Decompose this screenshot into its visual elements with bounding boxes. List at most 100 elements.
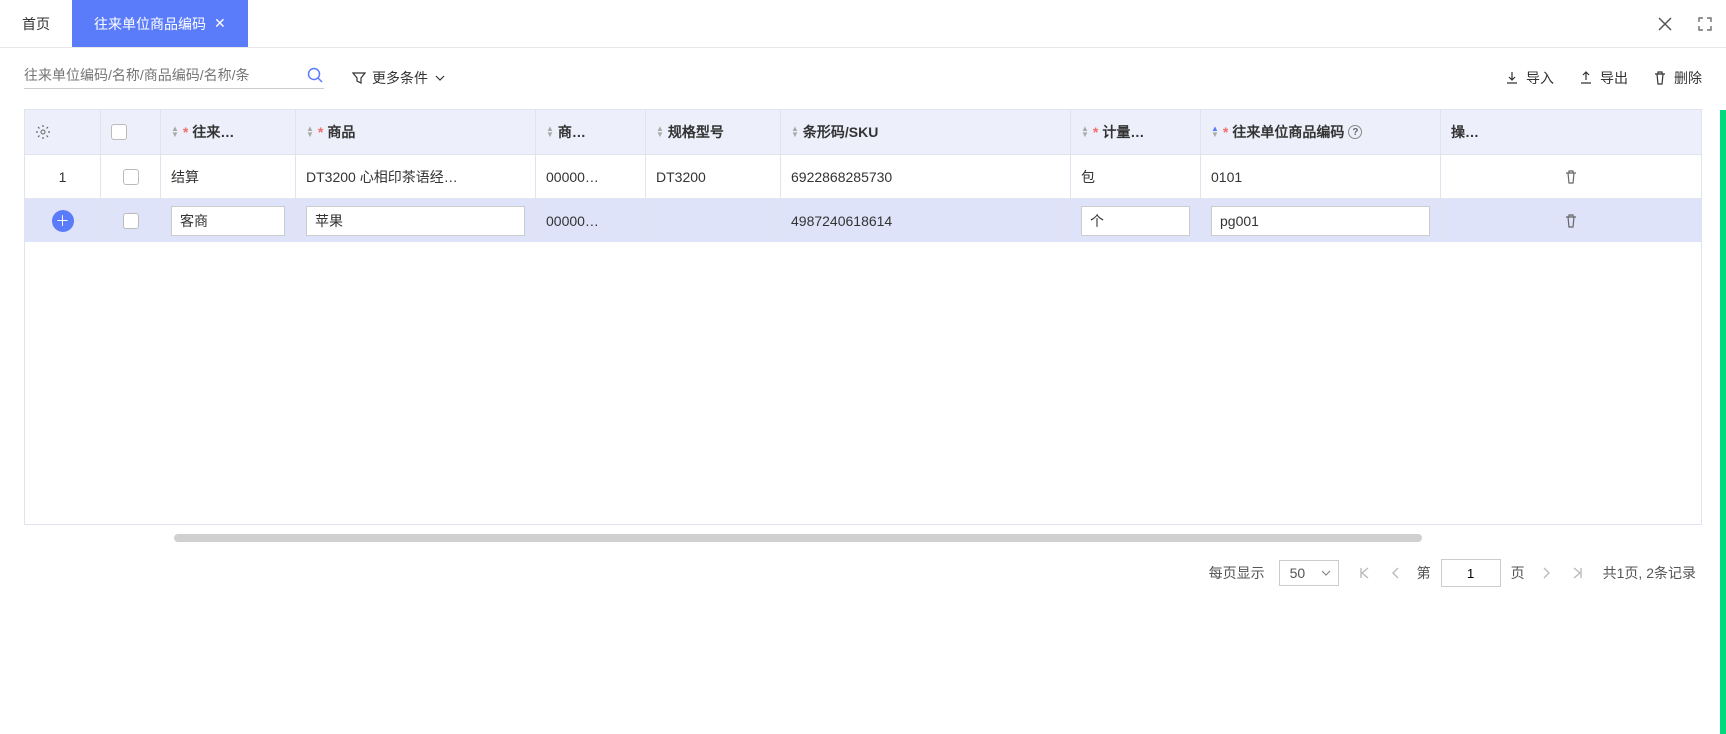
toolbar: 更多条件 导入 导出 删除 bbox=[0, 48, 1726, 101]
close-all-icon[interactable] bbox=[1654, 13, 1676, 35]
product-input[interactable]: 苹果 bbox=[306, 206, 525, 236]
header-prodcode-label: 商… bbox=[558, 122, 586, 142]
cell-checkbox[interactable] bbox=[101, 155, 161, 198]
page-summary: 共1页, 2条记录 bbox=[1603, 563, 1696, 583]
tab-home[interactable]: 首页 bbox=[0, 0, 72, 47]
partner-input[interactable]: 客商 bbox=[171, 206, 285, 236]
per-page-select[interactable]: 50 bbox=[1279, 560, 1339, 586]
sort-icon: ▲▼ bbox=[171, 126, 179, 138]
first-page-button[interactable] bbox=[1353, 562, 1375, 584]
prev-page-button[interactable] bbox=[1385, 562, 1407, 584]
header-checkbox[interactable] bbox=[101, 110, 161, 154]
cell-unit[interactable]: 包 bbox=[1071, 155, 1201, 198]
search-icon[interactable] bbox=[306, 66, 324, 84]
cell-unit[interactable]: 个 bbox=[1071, 199, 1201, 242]
header-partner-label: 往来… bbox=[192, 122, 234, 142]
header-barcode-label: 条形码/SKU bbox=[803, 122, 878, 142]
row-delete-button[interactable] bbox=[1563, 169, 1579, 185]
cell-product[interactable]: 苹果 bbox=[296, 199, 536, 242]
header-unit-label: 计量… bbox=[1102, 122, 1144, 142]
import-button[interactable]: 导入 bbox=[1504, 68, 1554, 88]
page-nav: 第 页 bbox=[1353, 559, 1589, 587]
export-icon bbox=[1578, 70, 1594, 86]
cell-checkbox[interactable] bbox=[101, 199, 161, 242]
page-suffix: 页 bbox=[1511, 563, 1525, 583]
chevron-down-icon bbox=[1320, 567, 1332, 579]
sort-icon: ▲▼ bbox=[1211, 126, 1219, 138]
sort-icon: ▲▼ bbox=[306, 126, 314, 138]
chevron-down-icon bbox=[434, 72, 446, 84]
trash-icon bbox=[1652, 70, 1668, 86]
export-label: 导出 bbox=[1600, 68, 1628, 88]
per-page-label: 每页显示 bbox=[1209, 563, 1265, 583]
sort-icon: ▲▼ bbox=[656, 126, 664, 138]
tab-partner-product-code[interactable]: 往来单位商品编码 ✕ bbox=[72, 0, 248, 47]
cell-spec: DT3200 bbox=[646, 155, 781, 198]
scrollbar-thumb[interactable] bbox=[174, 534, 1422, 542]
cell-action bbox=[1441, 199, 1701, 242]
cell-prodcode: 00000… bbox=[536, 199, 646, 242]
header-prodcode[interactable]: ▲▼ 商… bbox=[536, 110, 646, 154]
header-product-label: 商品 bbox=[327, 122, 355, 142]
header-actions-label: 操… bbox=[1451, 122, 1479, 142]
add-row-button[interactable]: ＋ bbox=[52, 210, 74, 232]
header-partner-code-label: 往来单位商品编码 bbox=[1232, 122, 1344, 142]
header-partner-code[interactable]: ▲▼ *往来单位商品编码 ? bbox=[1201, 110, 1441, 154]
cell-prodcode: 00000… bbox=[536, 155, 646, 198]
import-label: 导入 bbox=[1526, 68, 1554, 88]
header-settings[interactable] bbox=[25, 110, 101, 154]
delete-label: 删除 bbox=[1674, 68, 1702, 88]
sort-icon: ▲▼ bbox=[1081, 126, 1089, 138]
header-spec-label: 规格型号 bbox=[668, 122, 724, 142]
cell-partner-code[interactable]: pg001 bbox=[1201, 199, 1441, 242]
header-partner[interactable]: ▲▼ *往来… bbox=[161, 110, 296, 154]
gear-icon bbox=[35, 124, 51, 140]
next-page-button[interactable] bbox=[1535, 562, 1557, 584]
header-actions: 操… bbox=[1441, 110, 1701, 154]
data-table: ▲▼ *往来… ▲▼ *商品 ▲▼ 商… ▲▼ 规格型号 ▲▼ 条形码/SKU … bbox=[24, 109, 1702, 525]
cell-spec bbox=[646, 199, 781, 242]
sort-icon: ▲▼ bbox=[546, 126, 554, 138]
cell-barcode: 6922868285730 bbox=[781, 155, 1071, 198]
header-spec[interactable]: ▲▼ 规格型号 bbox=[646, 110, 781, 154]
cell-partner[interactable]: 客商 bbox=[161, 199, 296, 242]
fullscreen-icon[interactable] bbox=[1694, 13, 1716, 35]
import-icon bbox=[1504, 70, 1520, 86]
export-button[interactable]: 导出 bbox=[1578, 68, 1628, 88]
sort-icon: ▲▼ bbox=[791, 126, 799, 138]
more-filter-label: 更多条件 bbox=[372, 68, 428, 88]
last-page-button[interactable] bbox=[1567, 562, 1589, 584]
code-input[interactable]: pg001 bbox=[1211, 206, 1430, 236]
search-input[interactable] bbox=[24, 67, 306, 83]
table-row[interactable]: ＋ 客商 苹果 00000… 4987240618614 个 pg001 bbox=[25, 198, 1701, 242]
help-icon[interactable]: ? bbox=[1348, 125, 1362, 139]
filter-icon bbox=[352, 71, 366, 85]
cell-index: 1 bbox=[25, 155, 101, 198]
page-input[interactable] bbox=[1441, 559, 1501, 587]
table-row[interactable]: 1 结算 DT3200 心相印茶语经… 00000… DT3200 692286… bbox=[25, 154, 1701, 198]
row-delete-button[interactable] bbox=[1563, 213, 1579, 229]
header-product[interactable]: ▲▼ *商品 bbox=[296, 110, 536, 154]
page-prefix: 第 bbox=[1417, 563, 1431, 583]
table-body: 1 结算 DT3200 心相印茶语经… 00000… DT3200 692286… bbox=[25, 154, 1701, 524]
cell-product[interactable]: DT3200 心相印茶语经… bbox=[296, 155, 536, 198]
close-icon[interactable]: ✕ bbox=[214, 15, 226, 32]
horizontal-scrollbar[interactable] bbox=[24, 531, 1702, 545]
unit-input[interactable]: 个 bbox=[1081, 206, 1190, 236]
search-input-wrap bbox=[24, 66, 324, 89]
more-filter-button[interactable]: 更多条件 bbox=[352, 68, 446, 88]
cell-action bbox=[1441, 155, 1701, 198]
pagination: 每页显示 50 第 页 共1页, 2条记录 bbox=[0, 545, 1726, 601]
cell-add: ＋ bbox=[25, 199, 101, 242]
header-barcode[interactable]: ▲▼ 条形码/SKU bbox=[781, 110, 1071, 154]
cell-partner[interactable]: 结算 bbox=[161, 155, 296, 198]
header-unit[interactable]: ▲▼ *计量… bbox=[1071, 110, 1201, 154]
toolbar-right: 导入 导出 删除 bbox=[1504, 68, 1702, 88]
delete-button[interactable]: 删除 bbox=[1652, 68, 1702, 88]
cell-barcode: 4987240618614 bbox=[781, 199, 1071, 242]
table-header-row: ▲▼ *往来… ▲▼ *商品 ▲▼ 商… ▲▼ 规格型号 ▲▼ 条形码/SKU … bbox=[25, 110, 1701, 154]
tab-bar: 首页 往来单位商品编码 ✕ bbox=[0, 0, 1726, 48]
tab-home-label: 首页 bbox=[22, 14, 50, 34]
tab-bar-actions bbox=[1654, 0, 1716, 47]
cell-partner-code[interactable]: 0101 bbox=[1201, 155, 1441, 198]
